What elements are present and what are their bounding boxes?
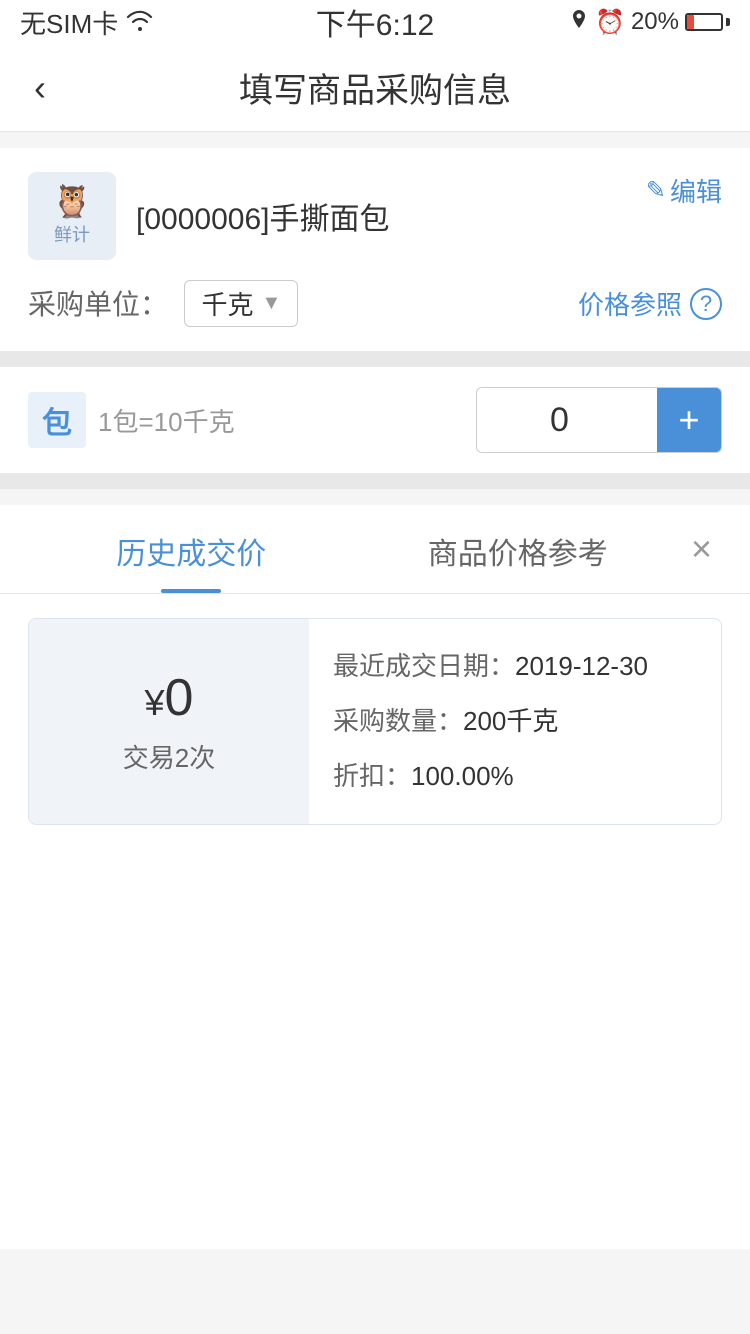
price-value: 0	[165, 669, 194, 727]
discount-row: 折扣：100.00%	[333, 757, 697, 796]
edit-label: 编辑	[670, 172, 722, 209]
qty-unit-box: 包	[28, 392, 86, 448]
unit-select[interactable]: 千克 ▼	[184, 280, 298, 327]
latest-date-row: 最近成交日期：2019-12-30	[333, 647, 697, 686]
tab-history-price[interactable]: 历史成交价	[28, 505, 354, 593]
qty-unit-info: 包 1包=10千克	[28, 392, 235, 448]
trades-count: 交易2次	[123, 738, 215, 775]
purchase-quantity-row: 采购数量：200千克	[333, 702, 697, 741]
product-name: [0000006]手撕面包	[136, 194, 389, 238]
tab-price-reference[interactable]: 商品价格参考	[354, 505, 680, 593]
unit-section: 采购单位： 千克 ▼	[28, 280, 298, 327]
currency-symbol: ¥	[145, 682, 165, 723]
history-price: ¥0	[145, 668, 194, 728]
divider	[0, 351, 750, 367]
quantity-row: 包 1包=10千克 +	[0, 367, 750, 473]
latest-date-value: 2019-12-30	[515, 651, 648, 681]
unit-value: 千克	[201, 285, 253, 322]
discount-label: 折扣：	[333, 761, 411, 791]
latest-date-label: 最近成交日期：	[333, 651, 515, 681]
price-ref-button[interactable]: 价格参照 ?	[578, 285, 722, 322]
price-ref-label: 价格参照	[578, 285, 682, 322]
history-left: ¥0 交易2次	[29, 619, 309, 824]
content-area	[0, 849, 750, 1249]
tab-close-button[interactable]: ×	[681, 518, 722, 580]
wifi-icon	[126, 7, 154, 38]
unit-arrow-icon: ▼	[261, 292, 281, 315]
product-left: 🦉 鲜计 [0000006]手撕面包	[28, 172, 389, 260]
nav-title: 填写商品采购信息	[239, 63, 511, 112]
product-unit-row: 采购单位： 千克 ▼ 价格参照 ?	[28, 280, 722, 327]
history-price-card: ¥0 交易2次 最近成交日期：2019-12-30 采购数量：200千克 折扣：…	[28, 618, 722, 825]
battery-percent: 20%	[631, 8, 679, 36]
price-ref-help-icon: ?	[690, 288, 722, 320]
thumbnail-label: 鲜计	[54, 221, 90, 247]
purchase-quantity-value: 200千克	[463, 706, 558, 736]
unit-label: 采购单位：	[28, 289, 168, 320]
tabs-header: 历史成交价 商品价格参考 ×	[0, 505, 750, 594]
qty-conversion: 1包=10千克	[98, 402, 235, 439]
qty-input-group: +	[476, 387, 722, 453]
owl-icon: 🦉	[52, 185, 92, 217]
status-time: 下午6:12	[316, 0, 434, 44]
product-header: 🦉 鲜计 [0000006]手撕面包 ✎ 编辑	[28, 172, 722, 260]
nav-bar: ‹ 填写商品采购信息	[0, 44, 750, 132]
purchase-quantity-label: 采购数量：	[333, 706, 463, 736]
divider-2	[0, 473, 750, 489]
qty-plus-button[interactable]: +	[657, 388, 721, 452]
discount-value: 100.00%	[411, 761, 514, 791]
edit-icon: ✎	[646, 176, 666, 205]
battery-icon	[685, 13, 730, 31]
alarm-icon: ⏰	[595, 8, 625, 37]
edit-button[interactable]: ✎ 编辑	[646, 172, 722, 209]
product-card: 🦉 鲜计 [0000006]手撕面包 ✎ 编辑 采购单位： 千克 ▼ 价格参照 …	[0, 148, 750, 351]
qty-input[interactable]	[477, 388, 657, 452]
status-left: 无SIM卡	[20, 4, 154, 41]
history-right: 最近成交日期：2019-12-30 采购数量：200千克 折扣：100.00%	[309, 619, 721, 824]
tabs-panel: 历史成交价 商品价格参考 × ¥0 交易2次 最近成交日期：2019-12-30…	[0, 505, 750, 1249]
back-button[interactable]: ‹	[24, 57, 56, 119]
status-right: ⏰ 20%	[569, 8, 730, 37]
status-bar: 无SIM卡 下午6:12 ⏰ 20%	[0, 0, 750, 44]
carrier-text: 无SIM卡	[20, 4, 118, 41]
location-icon	[569, 8, 589, 37]
product-thumbnail: 🦉 鲜计	[28, 172, 116, 260]
